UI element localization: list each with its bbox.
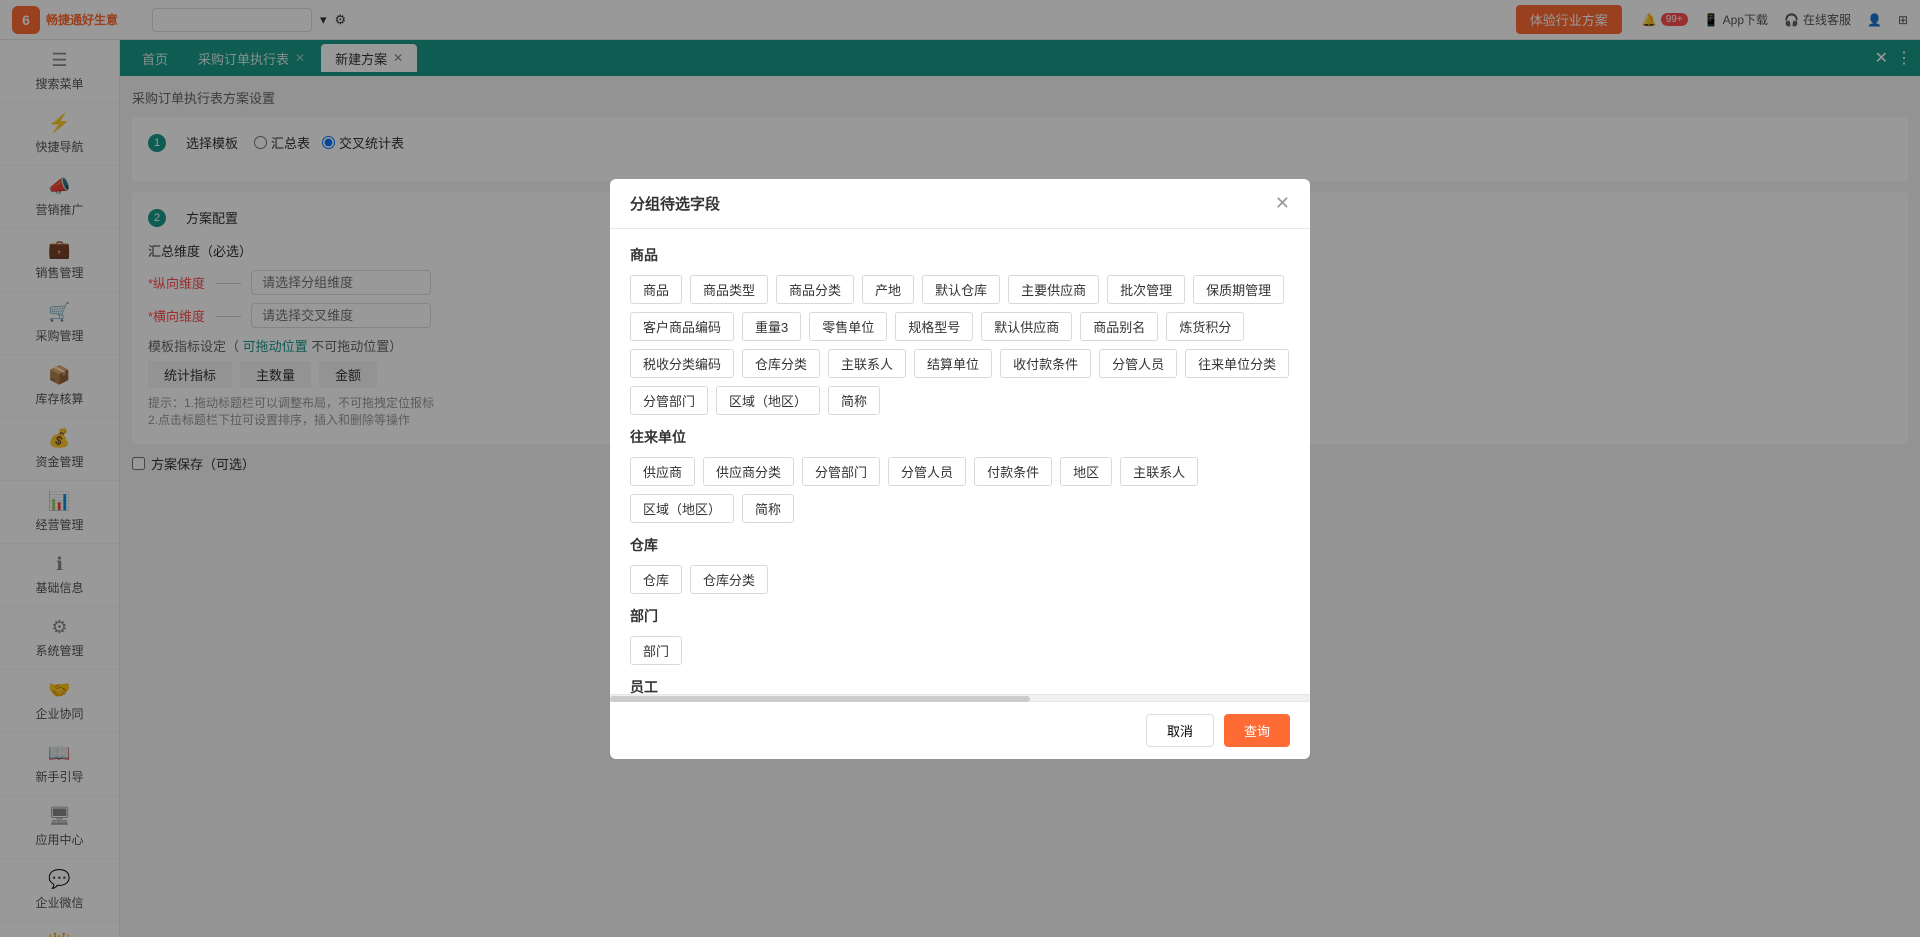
field-chip-1-2[interactable]: 分管部门 — [802, 457, 880, 486]
field-chip-0-3[interactable]: 产地 — [862, 275, 914, 304]
field-chip-1-5[interactable]: 地区 — [1060, 457, 1112, 486]
group-title-4: 员工 — [630, 677, 1290, 695]
modal-close-button[interactable]: ✕ — [1275, 193, 1290, 214]
field-chip-1-6[interactable]: 主联系人 — [1120, 457, 1198, 486]
field-chip-0-4[interactable]: 默认仓库 — [922, 275, 1000, 304]
group-title-1: 往来单位 — [630, 427, 1290, 447]
field-chip-2-0[interactable]: 仓库 — [630, 565, 682, 594]
field-chip-0-10[interactable]: 零售单位 — [809, 312, 887, 341]
group-chips-3: 部门 — [630, 636, 1290, 665]
field-chip-0-13[interactable]: 商品别名 — [1080, 312, 1158, 341]
field-chip-0-16[interactable]: 仓库分类 — [742, 349, 820, 378]
field-chip-0-23[interactable]: 区域（地区） — [716, 386, 820, 415]
field-chip-1-7[interactable]: 区域（地区） — [630, 494, 734, 523]
field-chip-0-11[interactable]: 规格型号 — [895, 312, 973, 341]
field-chip-0-19[interactable]: 收付款条件 — [1000, 349, 1091, 378]
field-chip-0-24[interactable]: 简称 — [828, 386, 880, 415]
field-chip-0-7[interactable]: 保质期管理 — [1193, 275, 1284, 304]
field-chip-1-1[interactable]: 供应商分类 — [703, 457, 794, 486]
modal-scroll-thumb — [610, 696, 1030, 702]
modal-overlay: 分组待选字段 ✕ 商品商品商品类型商品分类产地默认仓库主要供应商批次管理保质期管… — [0, 0, 1920, 937]
field-chip-0-17[interactable]: 主联系人 — [828, 349, 906, 378]
group-chips-0: 商品商品类型商品分类产地默认仓库主要供应商批次管理保质期管理客户商品编码重量3 零… — [630, 275, 1290, 415]
field-chip-0-6[interactable]: 批次管理 — [1107, 275, 1185, 304]
confirm-button[interactable]: 查询 — [1224, 714, 1290, 747]
group-chips-2: 仓库仓库分类 — [630, 565, 1290, 594]
cancel-button[interactable]: 取消 — [1146, 714, 1214, 747]
modal-dialog: 分组待选字段 ✕ 商品商品商品类型商品分类产地默认仓库主要供应商批次管理保质期管… — [610, 179, 1310, 759]
field-chip-0-8[interactable]: 客户商品编码 — [630, 312, 734, 341]
field-chip-0-12[interactable]: 默认供应商 — [981, 312, 1072, 341]
modal-scroll-track[interactable] — [610, 694, 1310, 700]
field-chip-1-8[interactable]: 简称 — [742, 494, 794, 523]
group-title-0: 商品 — [630, 245, 1290, 265]
group-chips-1: 供应商供应商分类分管部门分管人员付款条件地区主联系人区域（地区） 简称 — [630, 457, 1290, 523]
field-chip-0-15[interactable]: 税收分类编码 — [630, 349, 734, 378]
field-chip-1-4[interactable]: 付款条件 — [974, 457, 1052, 486]
field-chip-0-20[interactable]: 分管人员 — [1099, 349, 1177, 378]
modal-body: 商品商品商品类型商品分类产地默认仓库主要供应商批次管理保质期管理客户商品编码重量… — [610, 229, 1310, 695]
field-chip-0-22[interactable]: 分管部门 — [630, 386, 708, 415]
field-chip-0-5[interactable]: 主要供应商 — [1008, 275, 1099, 304]
field-chip-0-2[interactable]: 商品分类 — [776, 275, 854, 304]
field-chip-0-0[interactable]: 商品 — [630, 275, 682, 304]
field-chip-1-3[interactable]: 分管人员 — [888, 457, 966, 486]
modal-header: 分组待选字段 ✕ — [610, 179, 1310, 229]
field-chip-0-21[interactable]: 往来单位分类 — [1185, 349, 1289, 378]
group-title-3: 部门 — [630, 606, 1290, 626]
field-chip-0-14[interactable]: 炼货积分 — [1166, 312, 1244, 341]
field-chip-1-0[interactable]: 供应商 — [630, 457, 695, 486]
field-chip-0-1[interactable]: 商品类型 — [690, 275, 768, 304]
field-chip-0-9[interactable]: 重量3 — [742, 312, 801, 341]
modal-title: 分组待选字段 — [630, 193, 720, 214]
field-chip-2-1[interactable]: 仓库分类 — [690, 565, 768, 594]
field-chip-0-18[interactable]: 结算单位 — [914, 349, 992, 378]
group-title-2: 仓库 — [630, 535, 1290, 555]
modal-footer: 取消 查询 — [610, 701, 1310, 759]
field-chip-3-0[interactable]: 部门 — [630, 636, 682, 665]
